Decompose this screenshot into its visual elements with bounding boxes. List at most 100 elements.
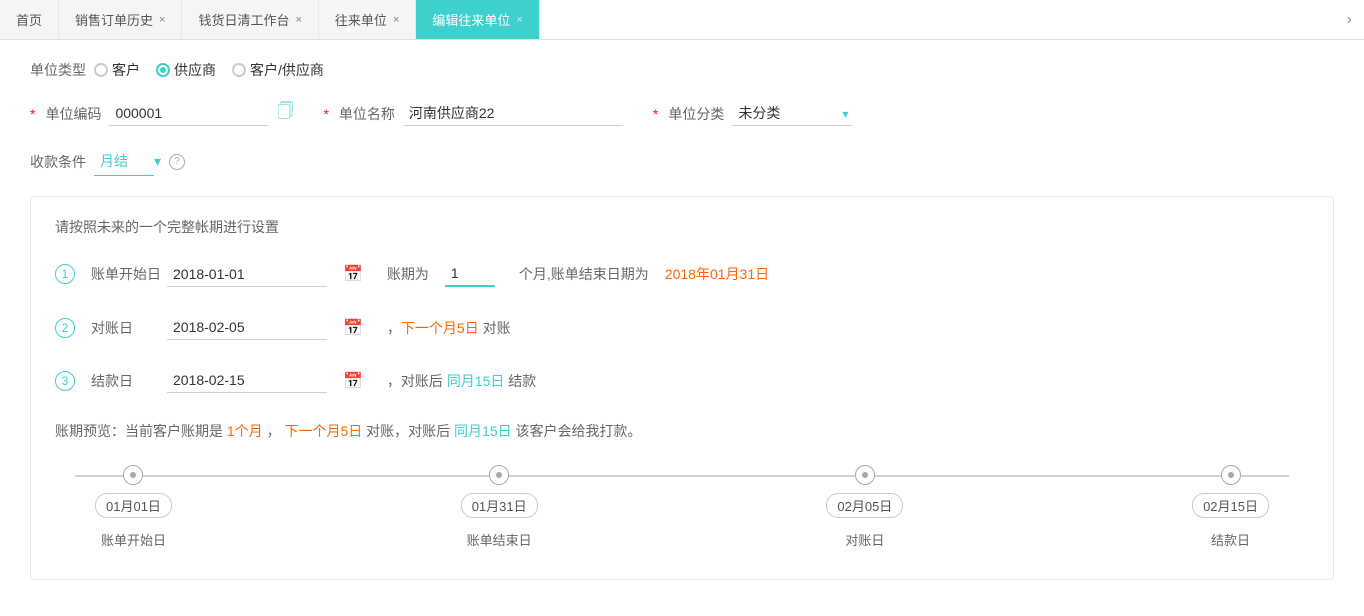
period-reconcile-desc: ，下一个月5日 对账 <box>387 318 511 338</box>
timeline-node-1 <box>489 465 509 485</box>
tab-home-label: 首页 <box>16 10 42 29</box>
unit-type-row: 单位类型 客户 供应商 客户/供应商 <box>30 60 1334 80</box>
period-start-cal-icon[interactable]: 📅 <box>343 264 363 284</box>
tab-cash-close-icon[interactable]: × <box>295 14 301 26</box>
period-label-3: 结款日 <box>91 371 151 391</box>
timeline-dot-0 <box>130 472 136 478</box>
payment-condition-help-icon[interactable]: ? <box>169 154 185 170</box>
tab-sales-label: 销售订单历史 <box>75 10 153 29</box>
unit-code-copy-icon[interactable]: 🗍 <box>277 100 293 127</box>
period-payment-date-input[interactable] <box>167 368 327 393</box>
unit-cat-select[interactable]: 未分类 <box>732 101 852 126</box>
tab-cash-label: 钱货日清工作台 <box>198 10 289 29</box>
unit-code-star: * <box>30 106 35 122</box>
period-num-2: 2 <box>55 318 75 338</box>
timeline-label-1: 账单结束日 <box>467 530 532 549</box>
unit-name-star: * <box>323 106 328 122</box>
tab-overflow-arrow[interactable]: › <box>1335 0 1364 39</box>
period-label-1: 账单开始日 <box>91 264 151 284</box>
preview-comma: ， <box>267 423 281 439</box>
preview-end: 该客户会给我打款。 <box>516 423 642 439</box>
radio-cs-label: 客户/供应商 <box>250 60 324 80</box>
unit-code-input[interactable] <box>109 101 269 126</box>
period-payment-cal-icon[interactable]: 📅 <box>343 371 363 391</box>
timeline-date-0: 01月01日 <box>95 493 172 518</box>
period-num-1: 1 <box>55 264 75 284</box>
timeline-item-2: 02月05日 对账日 <box>826 465 903 549</box>
radio-supplier-circle <box>156 63 170 77</box>
timeline-container: 01月01日 账单开始日 01月31日 账单结束日 02月05日 对账日 <box>55 465 1309 549</box>
period-months-input[interactable] <box>445 261 495 287</box>
tab-partner-close-icon[interactable]: × <box>393 14 399 26</box>
tab-edit-close-icon[interactable]: × <box>516 14 522 26</box>
tab-home[interactable]: 首页 <box>0 0 59 39</box>
radio-customer[interactable]: 客户 <box>94 60 140 80</box>
period-row-1: 1 账单开始日 📅 账期为 个月,账单结束日期为 2018年01月31日 <box>55 261 1309 287</box>
radio-supplier[interactable]: 供应商 <box>156 60 216 80</box>
period-reconcile-highlight: 下一个月5日 <box>401 320 479 336</box>
unit-type-label: 单位类型 <box>30 60 86 80</box>
period-reconcile-date-input[interactable] <box>167 315 327 340</box>
tab-cash-workbench[interactable]: 钱货日清工作台 × <box>182 0 318 39</box>
timeline-item-3: 02月15日 结款日 <box>1192 465 1269 549</box>
period-payment-highlight: 同月15日 <box>447 373 505 389</box>
payment-condition-chevron-icon[interactable]: ▾ <box>154 153 161 170</box>
unit-name-label: 单位名称 <box>339 104 395 124</box>
tab-edit-partner[interactable]: 编辑往来单位 × <box>416 0 539 39</box>
preview-text: 账期预览：当前客户账期是 1个月 ， 下一个月5日 对账，对账后 同月15日 该… <box>55 421 1309 441</box>
tab-partner-label: 往来单位 <box>335 10 387 29</box>
payment-condition-value[interactable]: 月结 <box>94 147 154 176</box>
period-reconcile-cal-icon[interactable]: 📅 <box>343 318 363 338</box>
period-start-date-input[interactable] <box>167 262 327 287</box>
timeline-items: 01月01日 账单开始日 01月31日 账单结束日 02月05日 对账日 <box>95 465 1269 549</box>
period-box-title: 请按照未来的一个完整帐期进行设置 <box>55 217 1309 237</box>
preview-mid: 对账，对账后 <box>366 423 450 439</box>
payment-condition-row: 收款条件 月结 ▾ ? <box>30 147 1334 176</box>
timeline-dot-3 <box>1228 472 1234 478</box>
radio-supplier-label: 供应商 <box>174 60 216 80</box>
unit-code-group: * 单位编码 🗍 <box>30 100 293 127</box>
timeline-label-2: 对账日 <box>845 530 884 549</box>
period-num-3: 3 <box>55 371 75 391</box>
payment-condition-label: 收款条件 <box>30 152 86 172</box>
unit-info-row: * 单位编码 🗍 * 单位名称 * 单位分类 未分类 ▾ <box>30 100 1334 127</box>
unit-cat-label: 单位分类 <box>668 104 724 124</box>
period-row-2: 2 对账日 📅 ，下一个月5日 对账 <box>55 315 1309 340</box>
payment-condition-group: 收款条件 月结 ▾ ? <box>30 147 185 176</box>
main-content: 单位类型 客户 供应商 客户/供应商 * 单位编码 <box>0 40 1364 616</box>
unit-name-group: * 单位名称 <box>323 101 622 126</box>
tab-sales-close-icon[interactable]: × <box>159 14 165 26</box>
period-desc-prefix: 账期为 <box>387 264 429 284</box>
timeline-item-1: 01月31日 账单结束日 <box>461 465 538 549</box>
unit-cat-star: * <box>653 106 658 122</box>
timeline-date-2: 02月05日 <box>826 493 903 518</box>
unit-name-input[interactable] <box>403 101 623 126</box>
timeline-label-3: 结款日 <box>1211 530 1250 549</box>
tab-partner-units[interactable]: 往来单位 × <box>319 0 416 39</box>
timeline-node-2 <box>855 465 875 485</box>
timeline-dot-1 <box>496 472 502 478</box>
period-box: 请按照未来的一个完整帐期进行设置 1 账单开始日 📅 账期为 个月,账单结束日期… <box>30 196 1334 580</box>
timeline-node-0 <box>123 465 143 485</box>
unit-type-radio-group: 客户 供应商 客户/供应商 <box>94 60 324 80</box>
period-end-date-highlight: 2018年01月31日 <box>665 264 769 284</box>
radio-customer-label: 客户 <box>112 60 140 80</box>
tab-edit-label: 编辑往来单位 <box>432 10 510 29</box>
tab-sales-order-history[interactable]: 销售订单历史 × <box>59 0 182 39</box>
tab-bar: 首页 销售订单历史 × 钱货日清工作台 × 往来单位 × 编辑往来单位 × › <box>0 0 1364 40</box>
timeline-node-3 <box>1221 465 1241 485</box>
preview-part2: 下一个月5日 <box>284 423 362 439</box>
timeline-label-0: 账单开始日 <box>101 530 166 549</box>
radio-cs-circle <box>232 63 246 77</box>
timeline-date-1: 01月31日 <box>461 493 538 518</box>
unit-category-group: * 单位分类 未分类 ▾ <box>653 101 852 126</box>
period-payment-desc: ，对账后 同月15日 结款 <box>387 371 536 391</box>
period-label-2: 对账日 <box>91 318 151 338</box>
timeline-dot-2 <box>862 472 868 478</box>
timeline-item-0: 01月01日 账单开始日 <box>95 465 172 549</box>
preview-part3: 同月15日 <box>454 423 512 439</box>
unit-type-group: 单位类型 客户 供应商 客户/供应商 <box>30 60 324 80</box>
preview-part1: 1个月 <box>227 423 263 439</box>
radio-customer-supplier[interactable]: 客户/供应商 <box>232 60 324 80</box>
unit-code-label: 单位编码 <box>45 104 101 124</box>
